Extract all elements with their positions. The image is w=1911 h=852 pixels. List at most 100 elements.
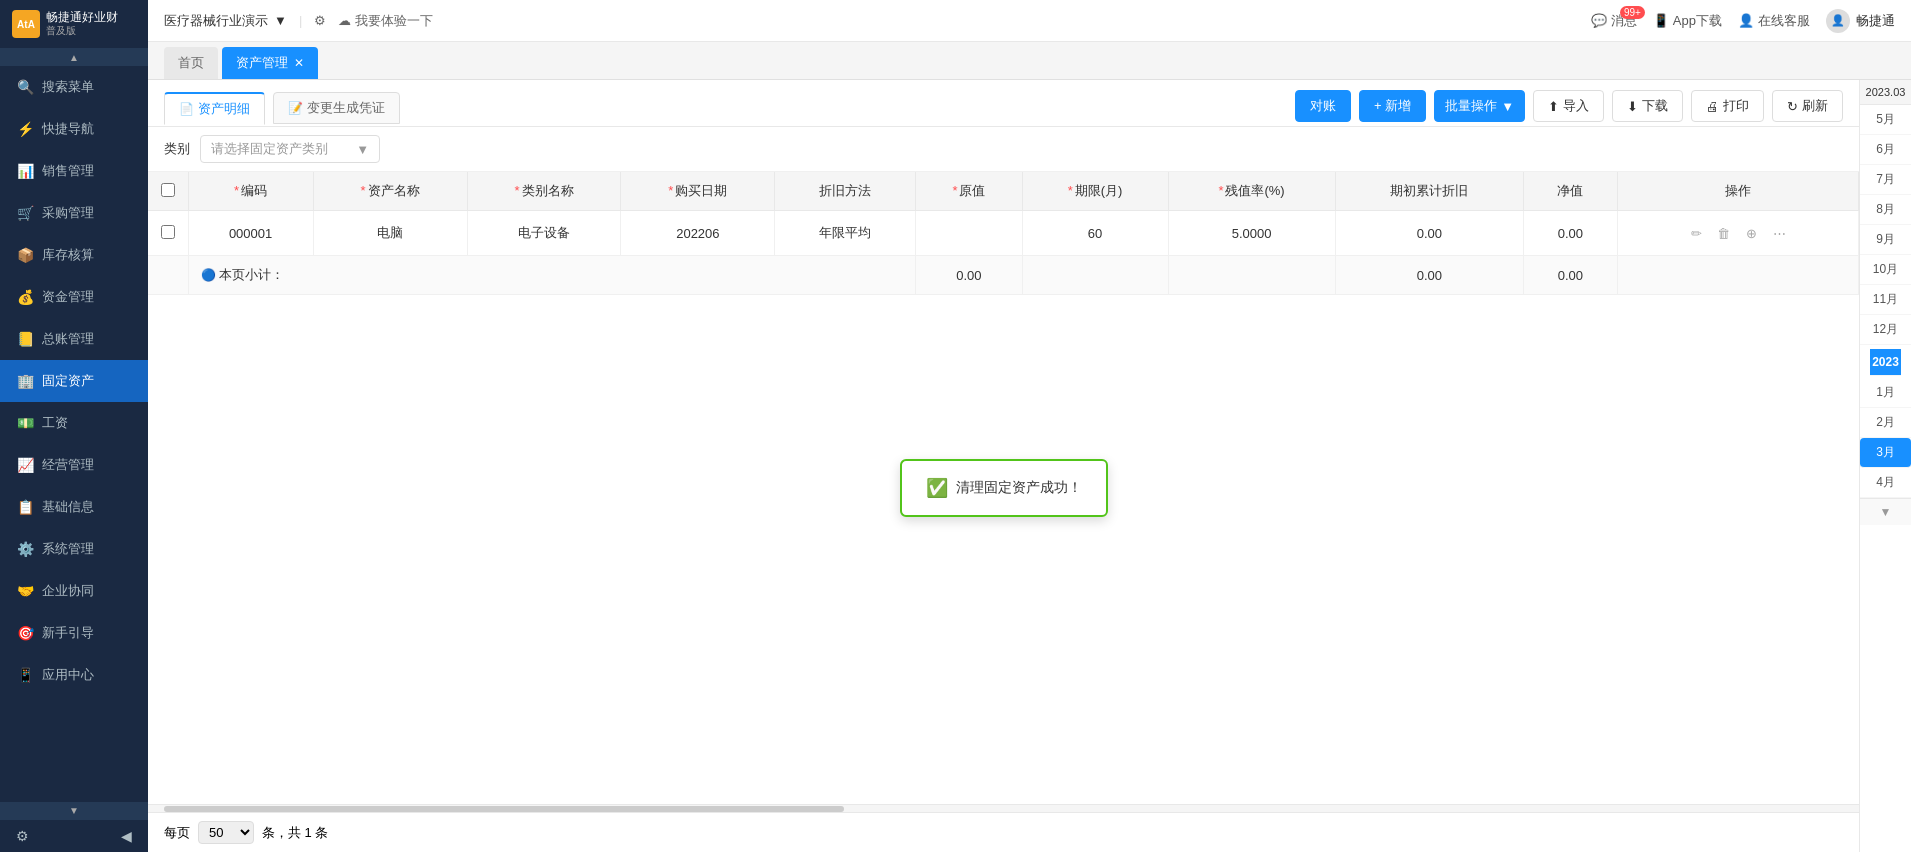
calendar-header: 2023.03 xyxy=(1860,80,1911,105)
calendar-month-4[interactable]: 4月 xyxy=(1860,468,1911,498)
subtotal-period-depreciation: 0.00 xyxy=(1335,256,1524,295)
new-button[interactable]: + 新增 xyxy=(1359,90,1426,122)
year-badge[interactable]: 2023 xyxy=(1870,349,1901,376)
settings-gear-icon[interactable]: ⚙ xyxy=(314,13,326,28)
sidebar-item-quick-nav[interactable]: ⚡ 快捷导航 xyxy=(0,108,148,150)
sidebar-item-operations[interactable]: 📈 经营管理 xyxy=(0,444,148,486)
pagination: 每页 10 20 50 100 条，共 1 条 xyxy=(148,812,1859,852)
download-button[interactable]: ⬇ 下载 xyxy=(1612,90,1683,122)
sidebar-scroll-up[interactable]: ▲ xyxy=(0,49,148,66)
more-icon[interactable]: ⋯ xyxy=(1767,221,1791,245)
calendar-month-5[interactable]: 5月 xyxy=(1860,105,1911,135)
support-label: 在线客服 xyxy=(1758,12,1810,30)
app-download-label: App下载 xyxy=(1673,12,1722,30)
col-category: *类别名称 xyxy=(467,172,621,211)
print-button[interactable]: 🖨 打印 xyxy=(1691,90,1764,122)
row-checkbox[interactable] xyxy=(161,225,175,239)
refresh-button[interactable]: ↻ 刷新 xyxy=(1772,90,1843,122)
sidebar-item-guide[interactable]: 🎯 新手引导 xyxy=(0,612,148,654)
sidebar-item-fixed-assets[interactable]: 🏢 固定资产 xyxy=(0,360,148,402)
category-select[interactable]: 请选择固定资产类别 ▼ xyxy=(200,135,380,163)
operations-icon: 📈 xyxy=(16,457,34,473)
delete-icon[interactable]: 🗑 xyxy=(1712,221,1736,245)
scroll-thumb[interactable] xyxy=(164,806,844,812)
tab-asset-label: 资产管理 xyxy=(236,54,288,72)
table-row: 000001 电脑 电子设备 202206 年限平均 60 5.0000 0.0… xyxy=(148,211,1859,256)
sidebar-item-search[interactable]: 🔍 搜索菜单 xyxy=(0,66,148,108)
subtab-change-voucher-label: 变更生成凭证 xyxy=(307,99,385,117)
copy-icon[interactable]: ⊕ xyxy=(1740,221,1764,245)
sidebar-item-funds[interactable]: 💰 资金管理 xyxy=(0,276,148,318)
sidebar-item-basic-info[interactable]: 📋 基础信息 xyxy=(0,486,148,528)
row-residual-rate: 5.0000 xyxy=(1168,211,1335,256)
app-download-btn[interactable]: 📱 App下载 xyxy=(1653,12,1722,30)
message-icon: 💬 xyxy=(1591,13,1607,28)
sidebar-item-ledger[interactable]: 📒 总账管理 xyxy=(0,318,148,360)
col-operation: 操作 xyxy=(1617,172,1859,211)
user-menu[interactable]: 👤 畅捷通 xyxy=(1826,9,1895,33)
row-purchase-date: 202206 xyxy=(621,211,775,256)
sidebar-nav: 🔍 搜索菜单 ⚡ 快捷导航 📊 销售管理 🛒 采购管理 📦 库存核算 💰 资金管… xyxy=(0,66,148,802)
subtab-asset-detail[interactable]: 📄 资产明细 xyxy=(164,92,265,125)
sidebar-item-inventory[interactable]: 📦 库存核算 xyxy=(0,234,148,276)
messages-btn[interactable]: 💬 消息 99+ xyxy=(1591,12,1637,30)
calendar-month-10[interactable]: 10月 xyxy=(1860,255,1911,285)
export-button[interactable]: ⬆ 导入 xyxy=(1533,90,1604,122)
collapse-icon[interactable]: ◀ xyxy=(121,828,132,844)
row-name: 电脑 xyxy=(313,211,467,256)
experience-btn[interactable]: ☁ 我要体验一下 xyxy=(338,12,433,30)
row-depreciation-method: 年限平均 xyxy=(775,211,916,256)
horizontal-scrollbar[interactable] xyxy=(148,804,1859,812)
sidebar-item-sales[interactable]: 📊 销售管理 xyxy=(0,150,148,192)
sidebar-item-payroll[interactable]: 💵 工资 xyxy=(0,402,148,444)
calendar-month-8[interactable]: 8月 xyxy=(1860,195,1911,225)
tab-asset-management[interactable]: 资产管理 ✕ xyxy=(222,47,318,79)
sidebar-item-system[interactable]: ⚙️ 系统管理 xyxy=(0,528,148,570)
system-icon: ⚙️ xyxy=(16,541,34,557)
reconcile-button[interactable]: 对账 xyxy=(1295,90,1351,122)
success-toast: ✅ 清理固定资产成功！ xyxy=(900,459,1108,517)
calendar-month-3-active[interactable]: 3月 xyxy=(1860,438,1911,468)
batch-dropdown-icon: ▼ xyxy=(1501,99,1514,114)
quick-nav-icon: ⚡ xyxy=(16,121,34,137)
tab-home[interactable]: 首页 xyxy=(164,47,218,79)
sidebar-item-app-center[interactable]: 📱 应用中心 xyxy=(0,654,148,696)
experience-label: 我要体验一下 xyxy=(355,12,433,30)
sidebar-item-cooperation[interactable]: 🤝 企业协同 xyxy=(0,570,148,612)
company-dropdown-icon: ▼ xyxy=(274,13,287,28)
company-selector[interactable]: 医疗器械行业演示 ▼ xyxy=(164,12,287,30)
calendar-month-7[interactable]: 7月 xyxy=(1860,165,1911,195)
calendar-down-btn[interactable]: ▼ xyxy=(1860,498,1911,525)
sidebar-scroll-down[interactable]: ▼ xyxy=(0,802,148,819)
support-icon: 👤 xyxy=(1738,13,1754,28)
subtabs: 📄 资产明细 📝 变更生成凭证 对账 + 新增 批量操作 ▼ ⬆ xyxy=(148,80,1859,127)
row-period-depreciation: 0.00 xyxy=(1335,211,1524,256)
payroll-icon: 💵 xyxy=(16,415,34,431)
row-original-value xyxy=(916,211,1022,256)
topbar-right: 💬 消息 99+ 📱 App下载 👤 在线客服 👤 畅捷通 xyxy=(1591,9,1895,33)
sales-icon: 📊 xyxy=(16,163,34,179)
logo-icon: AtA xyxy=(12,10,40,38)
sidebar-item-purchase[interactable]: 🛒 采购管理 xyxy=(0,192,148,234)
tabbar: 首页 资产管理 ✕ xyxy=(148,42,1911,80)
purchase-icon: 🛒 xyxy=(16,205,34,221)
settings-icon[interactable]: ⚙ xyxy=(16,828,29,844)
calendar-month-9[interactable]: 9月 xyxy=(1860,225,1911,255)
per-page-select[interactable]: 10 20 50 100 xyxy=(198,821,254,844)
select-all-checkbox[interactable] xyxy=(161,183,175,197)
calendar-month-6[interactable]: 6月 xyxy=(1860,135,1911,165)
calendar-month-2[interactable]: 2月 xyxy=(1860,408,1911,438)
batch-button[interactable]: 批量操作 ▼ xyxy=(1434,90,1525,122)
print-icon: 🖨 xyxy=(1706,99,1719,114)
row-operations: ✏ 🗑 ⊕ ⋯ xyxy=(1617,211,1859,256)
subtab-change-voucher[interactable]: 📝 变更生成凭证 xyxy=(273,92,400,124)
subtotal-label: 🔵 本页小计： xyxy=(188,256,916,295)
tab-close-icon[interactable]: ✕ xyxy=(294,56,304,70)
calendar-month-1[interactable]: 1月 xyxy=(1860,378,1911,408)
online-support-btn[interactable]: 👤 在线客服 xyxy=(1738,12,1810,30)
logo-sub: 普及版 xyxy=(46,24,118,38)
edit-icon[interactable]: ✏ xyxy=(1684,221,1708,245)
calendar-month-12[interactable]: 12月 xyxy=(1860,315,1911,345)
calendar-month-11[interactable]: 11月 xyxy=(1860,285,1911,315)
calendar-year-2023: 2023 xyxy=(1868,345,1903,378)
